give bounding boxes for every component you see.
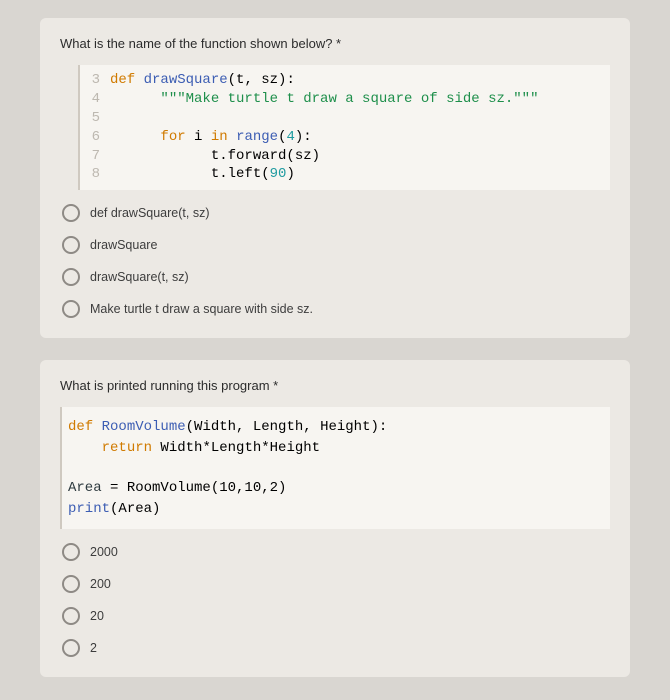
option-label: drawSquare(t, sz) [90, 270, 189, 284]
radio-icon [62, 543, 80, 561]
question-text-2: What is printed running this program * [60, 378, 610, 393]
question-card-1: What is the name of the function shown b… [40, 18, 630, 338]
option-1d[interactable]: Make turtle t draw a square with side sz… [62, 300, 610, 318]
code-block-1: 3def drawSquare(t, sz): 4 """Make turtle… [78, 65, 610, 190]
option-2c[interactable]: 20 [62, 607, 610, 625]
option-1c[interactable]: drawSquare(t, sz) [62, 268, 610, 286]
option-label: 200 [90, 577, 111, 591]
option-label: 2 [90, 641, 97, 655]
radio-icon [62, 300, 80, 318]
radio-icon [62, 268, 80, 286]
code-block-2: def RoomVolume(Width, Length, Height): r… [60, 407, 610, 528]
radio-icon [62, 607, 80, 625]
question-text-1: What is the name of the function shown b… [60, 36, 610, 51]
question-card-2: What is printed running this program * d… [40, 360, 630, 676]
options-group-1: def drawSquare(t, sz) drawSquare drawSqu… [62, 204, 610, 318]
option-1a[interactable]: def drawSquare(t, sz) [62, 204, 610, 222]
radio-icon [62, 236, 80, 254]
option-2b[interactable]: 200 [62, 575, 610, 593]
option-label: def drawSquare(t, sz) [90, 206, 210, 220]
radio-icon [62, 575, 80, 593]
option-2a[interactable]: 2000 [62, 543, 610, 561]
radio-icon [62, 204, 80, 222]
option-2d[interactable]: 2 [62, 639, 610, 657]
option-label: 20 [90, 609, 104, 623]
radio-icon [62, 639, 80, 657]
option-1b[interactable]: drawSquare [62, 236, 610, 254]
option-label: 2000 [90, 545, 118, 559]
options-group-2: 2000 200 20 2 [62, 543, 610, 657]
option-label: drawSquare [90, 238, 157, 252]
option-label: Make turtle t draw a square with side sz… [90, 302, 313, 316]
